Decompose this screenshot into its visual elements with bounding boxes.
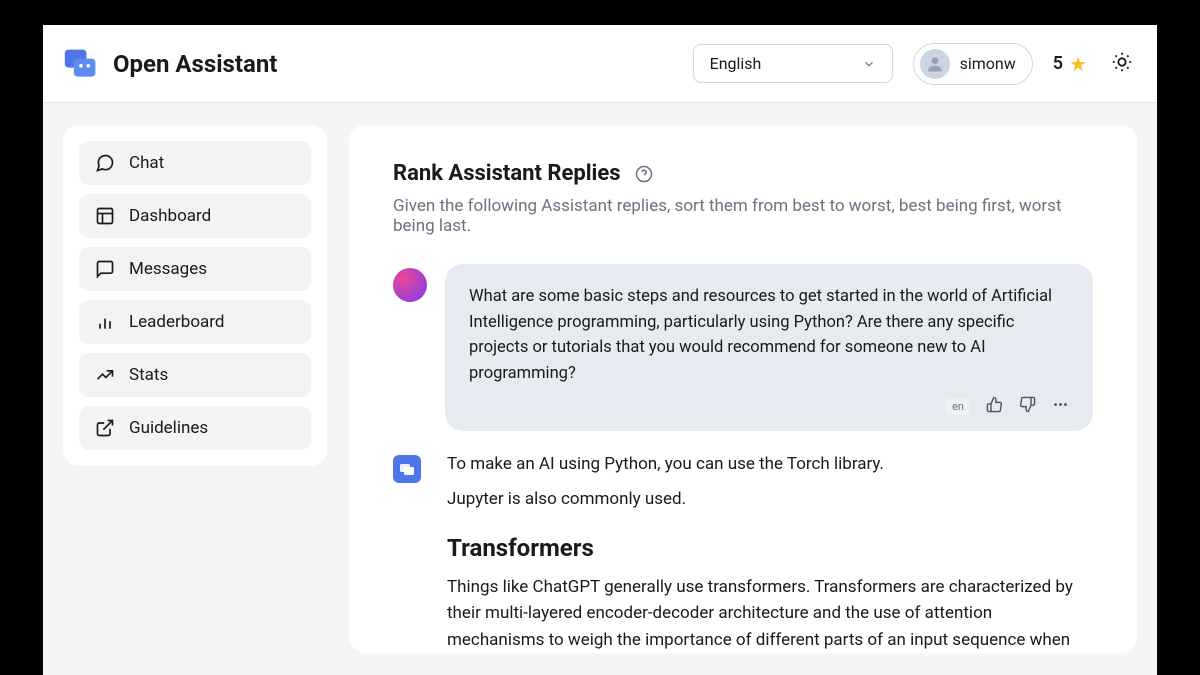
sidebar-item-label: Guidelines xyxy=(129,418,208,438)
sidebar-item-messages[interactable]: Messages xyxy=(79,247,311,291)
page-description: Given the following Assistant replies, s… xyxy=(393,196,1093,236)
username: simonw xyxy=(960,54,1016,73)
user-menu[interactable]: simonw xyxy=(913,43,1033,85)
thumbs-up-button[interactable] xyxy=(986,396,1003,417)
chevron-down-icon xyxy=(862,57,876,71)
sidebar-item-label: Dashboard xyxy=(129,206,211,226)
assistant-avatar-icon xyxy=(393,455,421,483)
dashboard-icon xyxy=(95,206,115,226)
avatar-icon xyxy=(920,49,950,79)
sidebar-item-leaderboard[interactable]: Leaderboard xyxy=(79,300,311,344)
chat-icon xyxy=(95,153,115,173)
score-value: 5 xyxy=(1053,53,1063,74)
app-title: Open Assistant xyxy=(113,50,277,78)
reply-message: To make an AI using Python, you can use … xyxy=(393,451,1093,653)
thumbs-down-button[interactable] xyxy=(1019,396,1036,417)
sidebar-item-stats[interactable]: Stats xyxy=(79,353,311,397)
sidebar-item-chat[interactable]: Chat xyxy=(79,141,311,185)
theme-toggle[interactable] xyxy=(1107,47,1137,81)
language-badge: en xyxy=(946,398,970,415)
sun-icon xyxy=(1111,51,1133,73)
page-title: Rank Assistant Replies xyxy=(393,161,621,186)
star-icon: ★ xyxy=(1069,52,1087,76)
leaderboard-icon xyxy=(95,312,115,332)
prompt-message: What are some basic steps and resources … xyxy=(393,264,1093,431)
external-icon xyxy=(95,418,115,438)
sidebar-item-label: Messages xyxy=(129,259,207,279)
sidebar-item-guidelines[interactable]: Guidelines xyxy=(79,406,311,450)
user-avatar-icon xyxy=(393,268,427,302)
sidebar-item-dashboard[interactable]: Dashboard xyxy=(79,194,311,238)
reply-paragraph: Things like ChatGPT generally use transf… xyxy=(447,574,1085,653)
reply-heading: Transformers xyxy=(447,534,1085,562)
score-display: 5 ★ xyxy=(1053,52,1087,76)
stats-icon xyxy=(95,365,115,385)
prompt-text: What are some basic steps and resources … xyxy=(469,284,1069,386)
app-logo-icon xyxy=(63,46,99,82)
language-label: English xyxy=(710,54,762,73)
reply-paragraph: Jupyter is also commonly used. xyxy=(447,486,1085,512)
sidebar: Chat Dashboard Messages Leaderboard Stat… xyxy=(63,125,327,466)
main-content: Rank Assistant Replies Given the followi… xyxy=(349,125,1137,653)
reply-paragraph: To make an AI using Python, you can use … xyxy=(447,451,1085,477)
more-button[interactable] xyxy=(1052,396,1069,417)
header: Open Assistant English simonw 5 ★ xyxy=(43,25,1157,103)
language-select[interactable]: English xyxy=(693,44,893,83)
messages-icon xyxy=(95,259,115,279)
sidebar-item-label: Chat xyxy=(129,153,164,173)
sidebar-item-label: Stats xyxy=(129,365,168,385)
sidebar-item-label: Leaderboard xyxy=(129,312,224,332)
help-icon[interactable] xyxy=(635,165,653,183)
